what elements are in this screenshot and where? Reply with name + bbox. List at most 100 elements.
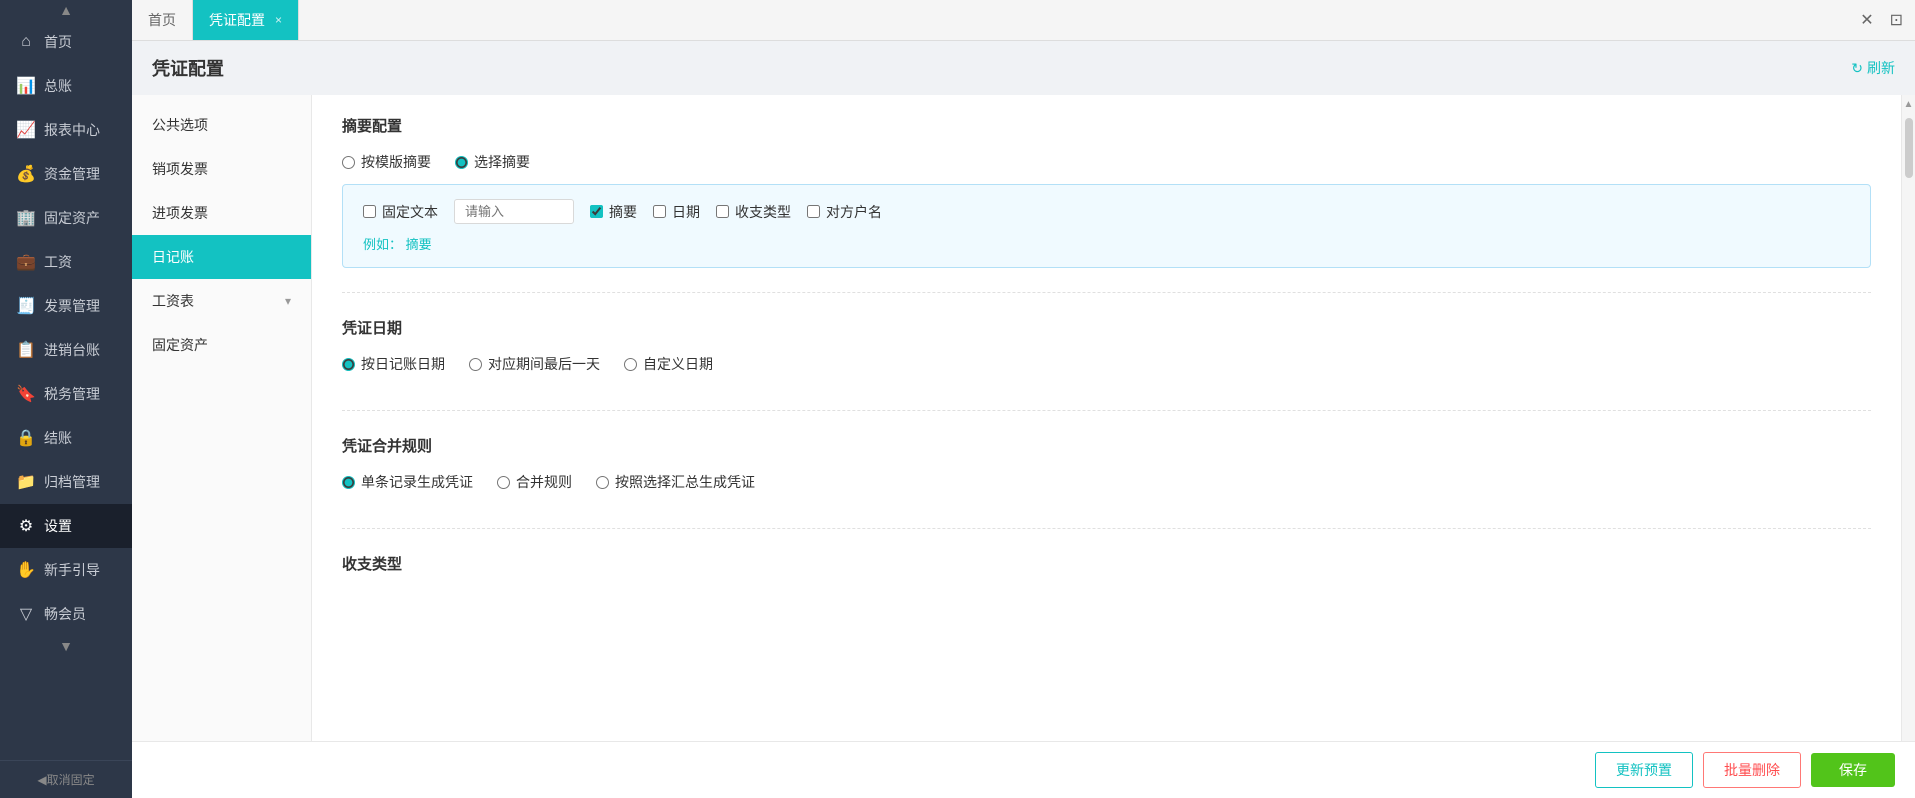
sidebar-item-archive[interactable]: 📁 归档管理 — [0, 460, 132, 504]
checkbox-summary-label[interactable]: 摘要 — [590, 202, 637, 222]
radio-journal-date[interactable]: 按日记账日期 — [342, 354, 445, 374]
radio-select-input[interactable] — [455, 156, 468, 169]
sidebar: ▲ ⌂ 首页 📊 总账 📈 报表中心 💰 资金管理 🏢 固定资产 💼 工资 🧾 … — [0, 0, 132, 798]
sidebar-item-reports[interactable]: 📈 报表中心 — [0, 108, 132, 152]
summary-config-row: 固定文本 摘要 日期 — [363, 199, 1850, 224]
reports-icon: 📈 — [16, 120, 36, 140]
summary-config-title: 摘要配置 — [342, 115, 1871, 136]
radio-template-summary[interactable]: 按模版摘要 — [342, 152, 431, 172]
fixed-text-input[interactable] — [454, 199, 574, 224]
income-expense-title: 收支类型 — [342, 553, 1871, 574]
tab-bar-actions: ✕ ⊡ — [1856, 6, 1915, 34]
radio-by-selection-input[interactable] — [596, 476, 609, 489]
summary-config-section: 摘要配置 按模版摘要 选择摘要 — [342, 115, 1871, 293]
checkbox-fixed-text[interactable] — [363, 205, 376, 218]
sidebar-item-closing[interactable]: 🔒 结账 — [0, 416, 132, 460]
sidebar-item-funds[interactable]: 💰 资金管理 — [0, 152, 132, 196]
radio-merge-rule-input[interactable] — [497, 476, 510, 489]
scrollbar-thumb[interactable] — [1905, 118, 1913, 178]
left-nav-fixed-assets[interactable]: 固定资产 — [132, 323, 311, 367]
left-nav-purchase-invoice[interactable]: 进项发票 — [132, 191, 311, 235]
sidebar-item-purchase-sales[interactable]: 📋 进销台账 — [0, 328, 132, 372]
checkbox-summary[interactable] — [590, 205, 603, 218]
tax-icon: 🔖 — [16, 384, 36, 404]
radio-custom-date-input[interactable] — [624, 358, 637, 371]
pin-icon: ◀ — [37, 773, 46, 787]
radio-journal-date-input[interactable] — [342, 358, 355, 371]
checkbox-income-expense[interactable] — [716, 205, 729, 218]
summary-radio-group: 按模版摘要 选择摘要 — [342, 152, 1871, 172]
sidebar-item-fixed-assets[interactable]: 🏢 固定资产 — [0, 196, 132, 240]
chevron-down-icon: ▾ — [285, 294, 291, 308]
voucher-merge-radio-group: 单条记录生成凭证 合并规则 按照选择汇总生成凭证 — [342, 472, 1871, 492]
tab-close-icon[interactable]: × — [275, 13, 282, 27]
voucher-date-section: 凭证日期 按日记账日期 对应期间最后一天 自定义日期 — [342, 317, 1871, 411]
archive-icon: 📁 — [16, 472, 36, 492]
checkbox-income-expense-label[interactable]: 收支类型 — [716, 202, 791, 222]
sidebar-item-home[interactable]: ⌂ 首页 — [0, 20, 132, 64]
invoice-mgmt-icon: 🧾 — [16, 296, 36, 316]
voucher-date-title: 凭证日期 — [342, 317, 1871, 338]
summary-config-box: 固定文本 摘要 日期 — [342, 184, 1871, 268]
sidebar-item-invoice-mgmt[interactable]: 🧾 发票管理 — [0, 284, 132, 328]
window-close-button[interactable]: ✕ — [1856, 6, 1877, 34]
voucher-merge-section: 凭证合并规则 单条记录生成凭证 合并规则 按照选择汇总生成凭证 — [342, 435, 1871, 529]
sidebar-item-settings[interactable]: ⚙ 设置 — [0, 504, 132, 548]
radio-by-selection[interactable]: 按照选择汇总生成凭证 — [596, 472, 755, 492]
tab-bar: 首页 凭证配置 × ✕ ⊡ — [132, 0, 1915, 41]
left-nav-journal[interactable]: 日记账 — [132, 235, 311, 279]
ledger-icon: 📊 — [16, 76, 36, 96]
radio-merge-rule[interactable]: 合并规则 — [497, 472, 572, 492]
guide-icon: ✋ — [16, 560, 36, 580]
left-nav-salary-table[interactable]: 工资表 ▾ — [132, 279, 311, 323]
tab-voucher-config[interactable]: 凭证配置 × — [193, 0, 299, 40]
radio-last-day-input[interactable] — [469, 358, 482, 371]
voucher-date-radio-group: 按日记账日期 对应期间最后一天 自定义日期 — [342, 354, 1871, 374]
radio-last-day[interactable]: 对应期间最后一天 — [469, 354, 600, 374]
main-area: 首页 凭证配置 × ✕ ⊡ 凭证配置 ↻ 刷新 公共选项 — [132, 0, 1915, 798]
sidebar-cancel-fixed[interactable]: ◀ 取消固定 — [0, 760, 132, 798]
bottom-actions: 更新预置 批量删除 保存 — [132, 741, 1915, 798]
radio-custom-date[interactable]: 自定义日期 — [624, 354, 713, 374]
checkbox-fixed-text-label[interactable]: 固定文本 — [363, 202, 438, 222]
radio-single-record[interactable]: 单条记录生成凭证 — [342, 472, 473, 492]
sidebar-item-ledger[interactable]: 📊 总账 — [0, 64, 132, 108]
left-nav-public[interactable]: 公共选项 — [132, 103, 311, 147]
purchase-sales-icon: 📋 — [16, 340, 36, 360]
summary-example: 例如： 摘要 — [363, 234, 1850, 253]
sidebar-scroll-up[interactable]: ▲ — [0, 0, 132, 20]
left-nav: 公共选项 销项发票 进项发票 日记账 工资表 ▾ 固定资产 — [132, 95, 312, 798]
funds-icon: 💰 — [16, 164, 36, 184]
fixed-assets-icon: 🏢 — [16, 208, 36, 228]
checkbox-date-label[interactable]: 日期 — [653, 202, 700, 222]
scrollbar-track: ▲ ▼ — [1901, 95, 1915, 798]
page-header: 凭证配置 ↻ 刷新 — [132, 41, 1915, 95]
sidebar-item-payroll[interactable]: 💼 工资 — [0, 240, 132, 284]
update-preview-button[interactable]: 更新预置 — [1595, 752, 1693, 788]
left-nav-sales-invoice[interactable]: 销项发票 — [132, 147, 311, 191]
batch-delete-button[interactable]: 批量删除 — [1703, 752, 1801, 788]
sidebar-scroll-down[interactable]: ▼ — [0, 636, 132, 656]
window-maximize-button[interactable]: ⊡ — [1886, 6, 1907, 34]
refresh-button[interactable]: ↻ 刷新 — [1851, 58, 1895, 78]
home-icon: ⌂ — [16, 33, 36, 51]
sidebar-item-member[interactable]: ▽ 畅会员 — [0, 592, 132, 636]
payroll-icon: 💼 — [16, 252, 36, 272]
settings-icon: ⚙ — [16, 516, 36, 536]
page-content: 凭证配置 ↻ 刷新 公共选项 销项发票 进项发票 日记账 — [132, 41, 1915, 798]
radio-single-record-input[interactable] — [342, 476, 355, 489]
radio-template-input[interactable] — [342, 156, 355, 169]
checkbox-counterparty-label[interactable]: 对方户名 — [807, 202, 882, 222]
radio-select-summary[interactable]: 选择摘要 — [455, 152, 530, 172]
checkbox-date[interactable] — [653, 205, 666, 218]
closing-icon: 🔒 — [16, 428, 36, 448]
page-title: 凭证配置 — [152, 55, 224, 81]
save-button[interactable]: 保存 — [1811, 753, 1895, 787]
tab-home[interactable]: 首页 — [132, 0, 193, 40]
content-layout: 公共选项 销项发票 进项发票 日记账 工资表 ▾ 固定资产 — [132, 95, 1915, 798]
checkbox-counterparty[interactable] — [807, 205, 820, 218]
sidebar-item-guide[interactable]: ✋ 新手引导 — [0, 548, 132, 592]
member-icon: ▽ — [16, 604, 36, 624]
sidebar-item-tax[interactable]: 🔖 税务管理 — [0, 372, 132, 416]
scroll-up-arrow[interactable]: ▲ — [1900, 95, 1915, 114]
